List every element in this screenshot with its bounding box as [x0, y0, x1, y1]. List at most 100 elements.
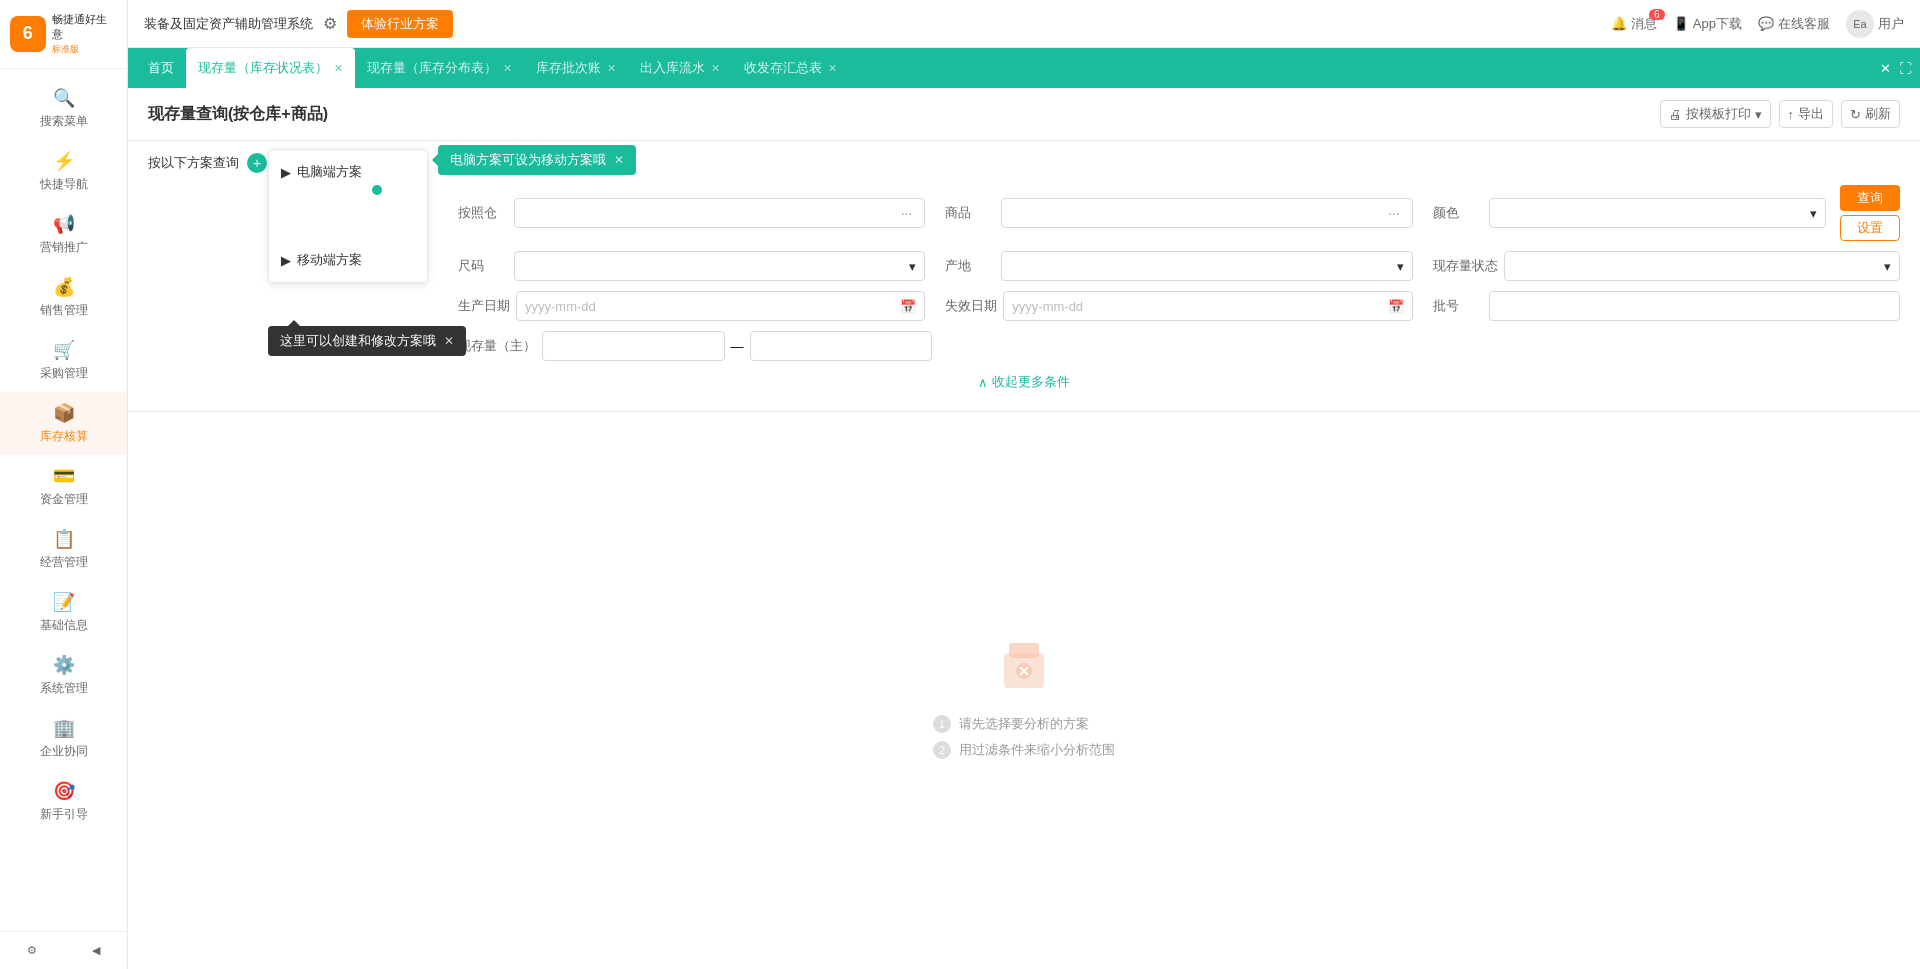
scheme-item-mobile[interactable]: ▶ 移动端方案 — [269, 246, 427, 274]
empty-state: 1 请先选择要分析的方案 2 用过滤条件来缩小分析范围 — [128, 412, 1920, 969]
online-service-btn[interactable]: 💬 在线客服 — [1758, 15, 1830, 33]
color-select[interactable]: ▾ — [1489, 198, 1826, 228]
purchase-icon: 🛒 — [53, 339, 75, 361]
tooltip-pc-close[interactable]: ✕ — [614, 153, 624, 167]
tab-close-inventory-batch[interactable]: ✕ — [607, 62, 616, 75]
tab-close-recv-summary[interactable]: ✕ — [828, 62, 837, 75]
topbar-settings-icon[interactable]: ⚙ — [323, 14, 337, 33]
origin-select[interactable]: ▾ — [1001, 251, 1412, 281]
goods-select[interactable]: ··· — [1001, 198, 1412, 228]
print-dropdown-icon: ▾ — [1755, 107, 1762, 122]
goods-dots[interactable]: ··· — [1384, 205, 1404, 221]
refresh-btn[interactable]: ↻ 刷新 — [1841, 100, 1900, 128]
expire-date-input[interactable]: yyyy-mm-dd 📅 — [1003, 291, 1412, 321]
prod-date-input[interactable]: yyyy-mm-dd 📅 — [516, 291, 925, 321]
warehouse-dots[interactable]: ··· — [897, 205, 917, 221]
sidebar-item-system[interactable]: ⚙️ 系统管理 — [0, 644, 127, 707]
tab-close-all-icon[interactable]: ✕ — [1880, 61, 1891, 76]
filter-warehouse: 按照仓 ··· — [458, 185, 925, 241]
scheme-item-pc[interactable]: ▶ 电脑端方案 — [269, 158, 427, 186]
filter-origin: 产地 ▾ — [945, 251, 1412, 281]
prod-date-calendar-icon[interactable]: 📅 — [900, 299, 916, 314]
scheme-tree: ▶ 电脑端方案 ▶ 移动端方案 — [268, 149, 428, 283]
expire-date-calendar-icon[interactable]: 📅 — [1388, 299, 1404, 314]
sidebar-item-inventory[interactable]: 📦 库存核算 — [0, 392, 127, 455]
trial-button[interactable]: 体验行业方案 — [347, 10, 453, 38]
logo-icon: 6 — [10, 16, 46, 52]
sidebar-bottom: ⚙ ◀ — [0, 931, 127, 969]
print-btn[interactable]: 🖨 按模板打印 ▾ — [1660, 100, 1771, 128]
scheme-arrow-pc: ▶ — [281, 165, 291, 180]
warehouse-label: 按照仓 — [458, 204, 508, 222]
sidebar-item-basic[interactable]: 📝 基础信息 — [0, 581, 127, 644]
service-icon: 💬 — [1758, 16, 1774, 31]
scheme-arrow-mobile: ▶ — [281, 253, 291, 268]
basic-icon: 📝 — [53, 591, 75, 613]
tab-close-inout-flow[interactable]: ✕ — [711, 62, 720, 75]
phone-icon: 📱 — [1673, 16, 1689, 31]
stock-qty-min[interactable] — [542, 331, 725, 361]
main-content: 装备及固定资产辅助管理系统 ⚙ 体验行业方案 🔔 消息 6 📱 App下载 💬 … — [128, 0, 1920, 969]
app-download-btn[interactable]: 📱 App下载 — [1673, 15, 1742, 33]
inventory-icon: 📦 — [53, 402, 75, 424]
expire-date-label: 失效日期 — [945, 297, 997, 315]
stock-qty-label: 现存量（主） — [458, 337, 536, 355]
origin-label: 产地 — [945, 257, 995, 275]
stock-qty-max[interactable] — [750, 331, 933, 361]
tab-inventory-batch[interactable]: 库存批次账 ✕ — [524, 48, 628, 88]
tab-expand-icon[interactable]: ⛶ — [1899, 61, 1912, 76]
print-icon: 🖨 — [1669, 107, 1682, 122]
tooltip-pc: 电脑方案可设为移动方案哦 ✕ — [438, 145, 636, 175]
goods-label: 商品 — [945, 204, 995, 222]
sidebar-item-operations[interactable]: 📋 经营管理 — [0, 518, 127, 581]
filter-collapse-btn[interactable]: ∧ 收起更多条件 — [148, 365, 1900, 399]
tab-recv-summary[interactable]: 收发存汇总表 ✕ — [732, 48, 849, 88]
filter-add-btn[interactable]: + — [247, 153, 267, 173]
tab-inout-flow[interactable]: 出入库流水 ✕ — [628, 48, 732, 88]
sidebar-item-guide[interactable]: 🎯 新手引导 — [0, 770, 127, 833]
search-icon: 🔍 — [53, 87, 75, 109]
filter-color: 颜色 ▾ 查询 设置 — [1433, 185, 1900, 241]
page-content: 现存量查询(按仓库+商品) 🖨 按模板打印 ▾ ↑ 导出 ↻ 刷新 — [128, 88, 1920, 969]
warehouse-select[interactable]: ··· — [514, 198, 925, 228]
stock-status-select[interactable]: ▾ — [1504, 251, 1900, 281]
tab-inventory-dist[interactable]: 现存量（库存分布表） ✕ — [355, 48, 524, 88]
tab-close-inventory-dist[interactable]: ✕ — [503, 62, 512, 75]
export-btn[interactable]: ↑ 导出 — [1779, 100, 1834, 128]
tooltip-edit: 这里可以创建和修改方案哦 ✕ — [268, 326, 466, 356]
sidebar-collapse-btn[interactable]: ◀ — [84, 940, 108, 961]
sidebar-item-sales[interactable]: 💰 销售管理 — [0, 266, 127, 329]
tab-home[interactable]: 首页 — [136, 48, 186, 88]
filter-stock-status: 现存量状态 ▾ — [1433, 251, 1900, 281]
enterprise-icon: 🏢 — [53, 717, 75, 739]
notification-btn[interactable]: 🔔 消息 6 — [1611, 15, 1657, 33]
prod-date-label: 生产日期 — [458, 297, 510, 315]
filter-batch: 批号 — [1433, 291, 1900, 321]
bell-icon: 🔔 — [1611, 16, 1627, 31]
batch-label: 批号 — [1433, 297, 1483, 315]
tab-inventory-status[interactable]: 现存量（库存状况表） ✕ — [186, 48, 355, 88]
notification-badge: 6 — [1649, 9, 1665, 20]
collapse-chevron-icon: ∧ — [978, 375, 988, 390]
color-label: 颜色 — [1433, 204, 1483, 222]
sidebar-item-quick-nav[interactable]: ⚡ 快捷导航 — [0, 140, 127, 203]
sidebar-item-search[interactable]: 🔍 搜索菜单 — [0, 77, 127, 140]
search-btn[interactable]: 查询 — [1840, 185, 1900, 211]
batch-input[interactable] — [1489, 291, 1900, 321]
tooltip-edit-close[interactable]: ✕ — [444, 334, 454, 348]
sidebar-item-finance[interactable]: 💳 资金管理 — [0, 455, 127, 518]
empty-tip-2: 2 用过滤条件来缩小分析范围 — [933, 741, 1115, 759]
sidebar-item-marketing[interactable]: 📢 营销推广 — [0, 203, 127, 266]
sidebar-item-enterprise[interactable]: 🏢 企业协同 — [0, 707, 127, 770]
refresh-icon: ↻ — [1850, 107, 1861, 122]
sidebar: 6 畅捷通好生意 标准版 🔍 搜索菜单 ⚡ 快捷导航 📢 营销推广 💰 销售管理… — [0, 0, 128, 969]
reset-btn[interactable]: 设置 — [1840, 215, 1900, 241]
sidebar-settings-btn[interactable]: ⚙ — [19, 940, 45, 961]
size-select[interactable]: ▾ — [514, 251, 925, 281]
user-menu[interactable]: Ea 用户 — [1846, 10, 1904, 38]
tab-close-inventory-status[interactable]: ✕ — [334, 62, 343, 75]
marketing-icon: 📢 — [53, 213, 75, 235]
top-bar: 装备及固定资产辅助管理系统 ⚙ 体验行业方案 🔔 消息 6 📱 App下载 💬 … — [128, 0, 1920, 48]
filter-goods: 商品 ··· — [945, 185, 1412, 241]
sidebar-item-purchase[interactable]: 🛒 采购管理 — [0, 329, 127, 392]
